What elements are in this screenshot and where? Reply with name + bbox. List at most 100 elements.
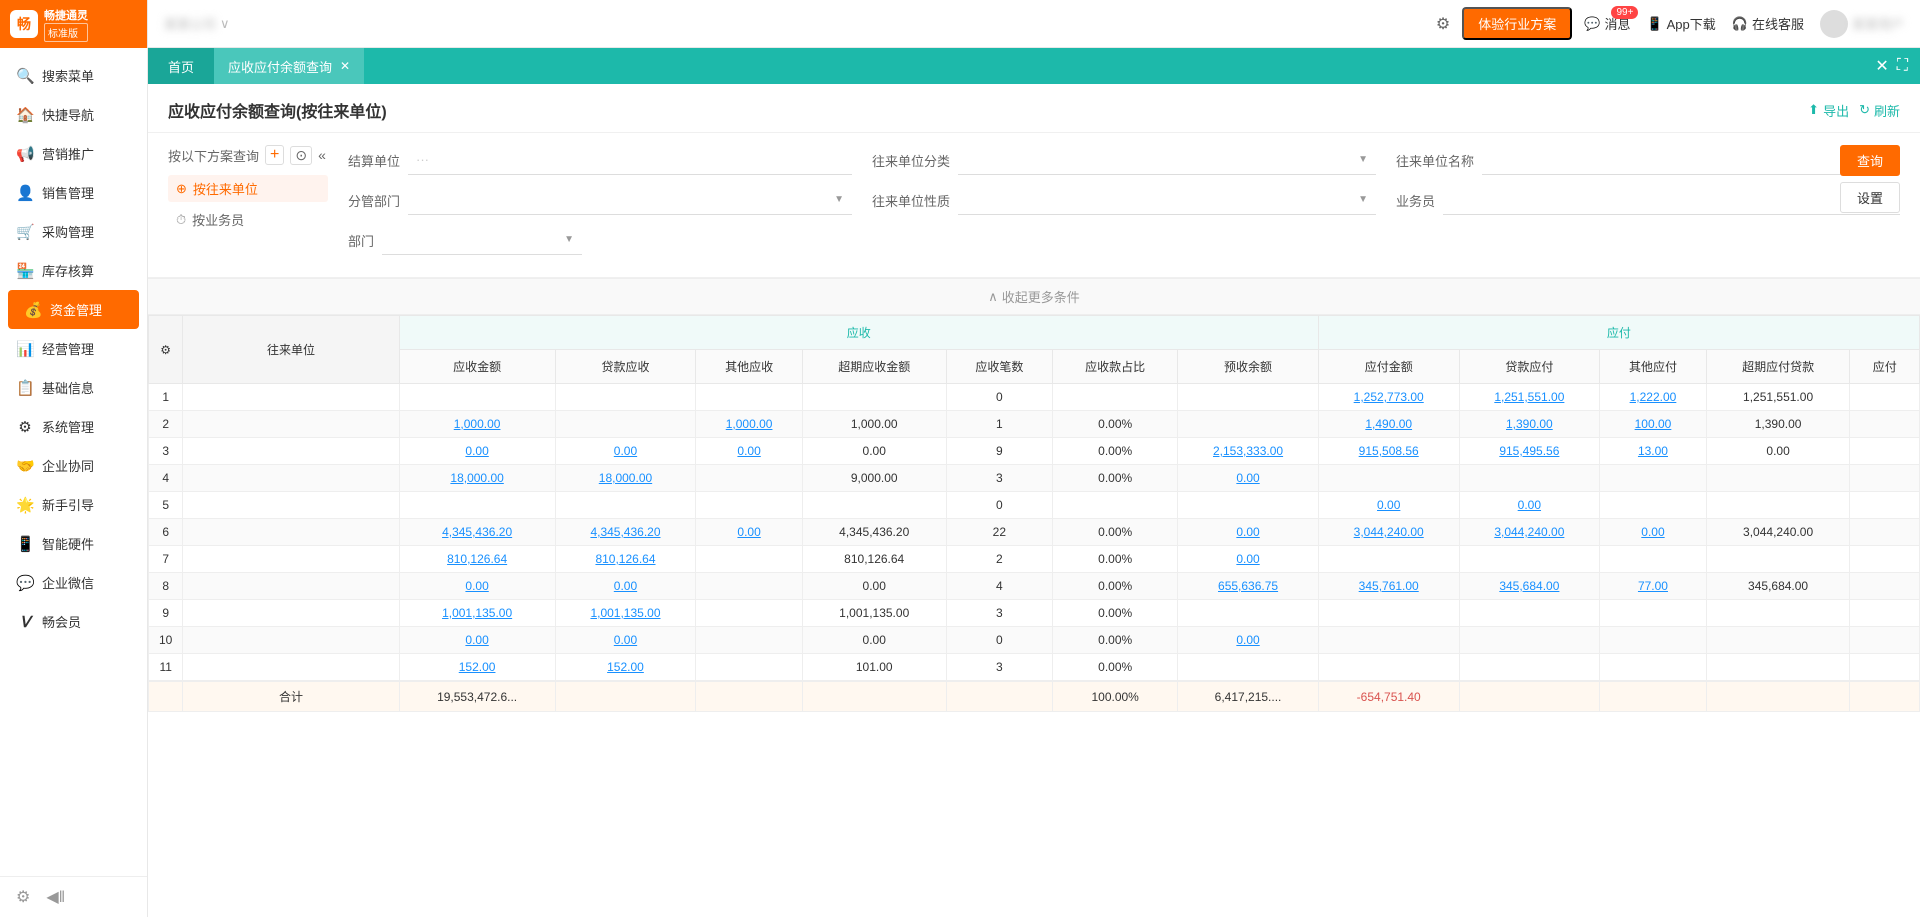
online-service-button[interactable]: 🎧 在线客服 (1732, 14, 1804, 33)
user-menu[interactable]: 某某用户 (1820, 10, 1904, 38)
table-cell[interactable]: 4,345,436.20 (399, 519, 555, 546)
table-cell[interactable]: 810,126.64 (555, 546, 696, 573)
table-cell (1850, 627, 1920, 654)
table-cell[interactable]: 0.00 (1459, 492, 1600, 519)
table-cell[interactable]: 0.00 (1600, 519, 1707, 546)
sidebar-item-hardware[interactable]: 📱 智能硬件 (0, 524, 147, 563)
table-cell[interactable]: 655,636.75 (1178, 573, 1319, 600)
sidebar-item-guide[interactable]: 🌟 新手引导 (0, 485, 147, 524)
dept-dropdown[interactable]: ▼ (382, 225, 582, 255)
sidebar-item-member[interactable]: Ⅴ 畅会员 (0, 602, 147, 641)
table-cell[interactable]: 0.00 (1178, 519, 1319, 546)
table-cell[interactable]: 152.00 (399, 654, 555, 682)
logo-text: 畅捷通灵 标准版 (44, 7, 88, 42)
partner-name-input[interactable] (1482, 145, 1900, 175)
table-cell[interactable]: 0.00 (1178, 627, 1319, 654)
table-cell[interactable]: 100.00 (1600, 411, 1707, 438)
tab-expand-button[interactable]: ⛶ (1897, 57, 1908, 75)
table-cell[interactable]: 152.00 (555, 654, 696, 682)
collapse-icon[interactable]: ◀‖ (46, 887, 65, 907)
settings-icon[interactable]: ⚙ (16, 887, 30, 907)
table-cell[interactable]: 0.00 (399, 627, 555, 654)
tab-home[interactable]: 首页 (148, 48, 214, 84)
schema-settings-btn[interactable]: ⊙ (290, 146, 312, 165)
collapse-bar[interactable]: ∧ 收起更多条件 (148, 278, 1920, 315)
th-ar-ratio: 应收款占比 (1053, 350, 1178, 384)
table-cell[interactable]: 1,251,551.00 (1459, 384, 1600, 411)
table-cell[interactable]: 0.00 (555, 627, 696, 654)
export-button[interactable]: ⬆ 导出 (1808, 101, 1849, 120)
table-cell[interactable]: 0.00 (1178, 465, 1319, 492)
table-cell[interactable]: 1,490.00 (1318, 411, 1459, 438)
footer-advance: 6,417,215.... (1178, 681, 1319, 712)
table-cell[interactable]: 0.00 (696, 519, 803, 546)
tab-ar-ap[interactable]: 应收应付余额查询 ✕ (214, 48, 364, 84)
table-cell[interactable]: 18,000.00 (555, 465, 696, 492)
settings-button[interactable]: 设置 (1840, 182, 1900, 213)
table-cell[interactable]: 3,044,240.00 (1459, 519, 1600, 546)
promo-button[interactable]: 体验行业方案 (1462, 7, 1572, 40)
schema-by-partner[interactable]: ⊕ 按往来单位 (168, 175, 328, 202)
table-cell[interactable]: 1,390.00 (1459, 411, 1600, 438)
warehouse-icon: 🏪 (16, 262, 34, 280)
table-cell[interactable]: 2,153,333.00 (1178, 438, 1319, 465)
table-cell[interactable]: 1,252,773.00 (1318, 384, 1459, 411)
table-cell[interactable]: 0.00 (555, 438, 696, 465)
th-settings[interactable]: ⚙ (149, 316, 183, 384)
partner-nature-dropdown[interactable]: ▼ (958, 185, 1376, 215)
app-download-button[interactable]: 📱 App下载 (1646, 14, 1715, 33)
settlement-input[interactable]: ··· (408, 145, 852, 175)
tab-close-button[interactable]: ✕ (1875, 56, 1888, 76)
table-cell: 3 (946, 465, 1053, 492)
table-cell[interactable]: 1,000.00 (399, 411, 555, 438)
refresh-button[interactable]: ↻ 刷新 (1859, 101, 1900, 120)
sidebar-item-operation[interactable]: 📊 经营管理 (0, 329, 147, 368)
dept-manager-dropdown[interactable]: ▼ (408, 185, 852, 215)
table-cell (696, 384, 803, 411)
sidebar-item-quicknav[interactable]: 🏠 快捷导航 (0, 95, 147, 134)
partner-category-dropdown[interactable]: ▼ (958, 145, 1376, 175)
table-cell[interactable]: 915,495.56 (1459, 438, 1600, 465)
table-cell[interactable]: 0.00 (399, 573, 555, 600)
table-cell[interactable]: 345,684.00 (1459, 573, 1600, 600)
table-cell[interactable]: 0.00 (555, 573, 696, 600)
sidebar-item-finance[interactable]: 💰 资金管理 (8, 290, 139, 329)
table-cell[interactable]: 345,761.00 (1318, 573, 1459, 600)
table-cell[interactable]: 1,222.00 (1600, 384, 1707, 411)
sidebar-item-cooperation[interactable]: 🤝 企业协同 (0, 446, 147, 485)
sidebar-item-label: 企业协同 (42, 456, 94, 475)
gear-icon[interactable]: ⚙ (1436, 14, 1450, 34)
table-cell[interactable]: 1,001,135.00 (399, 600, 555, 627)
table-cell[interactable]: 0.00 (1178, 546, 1319, 573)
sidebar-item-wechat[interactable]: 💬 企业微信 (0, 563, 147, 602)
query-button[interactable]: 查询 (1840, 145, 1900, 176)
tab-close-icon[interactable]: ✕ (340, 59, 350, 73)
sidebar-item-purchase[interactable]: 🛒 采购管理 (0, 212, 147, 251)
table-cell[interactable]: 1,000.00 (696, 411, 803, 438)
table-cell[interactable]: 18,000.00 (399, 465, 555, 492)
table-cell (1459, 546, 1600, 573)
table-cell[interactable]: 915,508.56 (1318, 438, 1459, 465)
table-cell[interactable]: 0.00 (1318, 492, 1459, 519)
sidebar-item-warehouse[interactable]: 🏪 库存核算 (0, 251, 147, 290)
table-cell[interactable]: 1,001,135.00 (555, 600, 696, 627)
add-schema-btn[interactable]: + (265, 145, 284, 165)
sidebar-item-system[interactable]: ⚙ 系统管理 (0, 407, 147, 446)
messages-button[interactable]: 💬 消息 99+ (1584, 14, 1630, 33)
table-cell[interactable]: 0.00 (696, 438, 803, 465)
table-cell[interactable]: 0.00 (399, 438, 555, 465)
schema-by-salesman[interactable]: ⏱ 按业务员 (168, 206, 328, 233)
schema-more-btn[interactable]: « (318, 147, 326, 163)
table-cell[interactable]: 3,044,240.00 (1318, 519, 1459, 546)
message-icon: 💬 (1584, 16, 1600, 32)
sidebar-item-sales[interactable]: 👤 销售管理 (0, 173, 147, 212)
table-cell[interactable]: 810,126.64 (399, 546, 555, 573)
sidebar-item-marketing[interactable]: 📢 营销推广 (0, 134, 147, 173)
table-cell[interactable]: 4,345,436.20 (555, 519, 696, 546)
sidebar-item-search[interactable]: 🔍 搜索菜单 (0, 56, 147, 95)
salesman-input[interactable]: ··· (1443, 185, 1900, 215)
table-cell[interactable]: 77.00 (1600, 573, 1707, 600)
table-cell: 1,000.00 (802, 411, 946, 438)
table-cell[interactable]: 13.00 (1600, 438, 1707, 465)
sidebar-item-basic[interactable]: 📋 基础信息 (0, 368, 147, 407)
